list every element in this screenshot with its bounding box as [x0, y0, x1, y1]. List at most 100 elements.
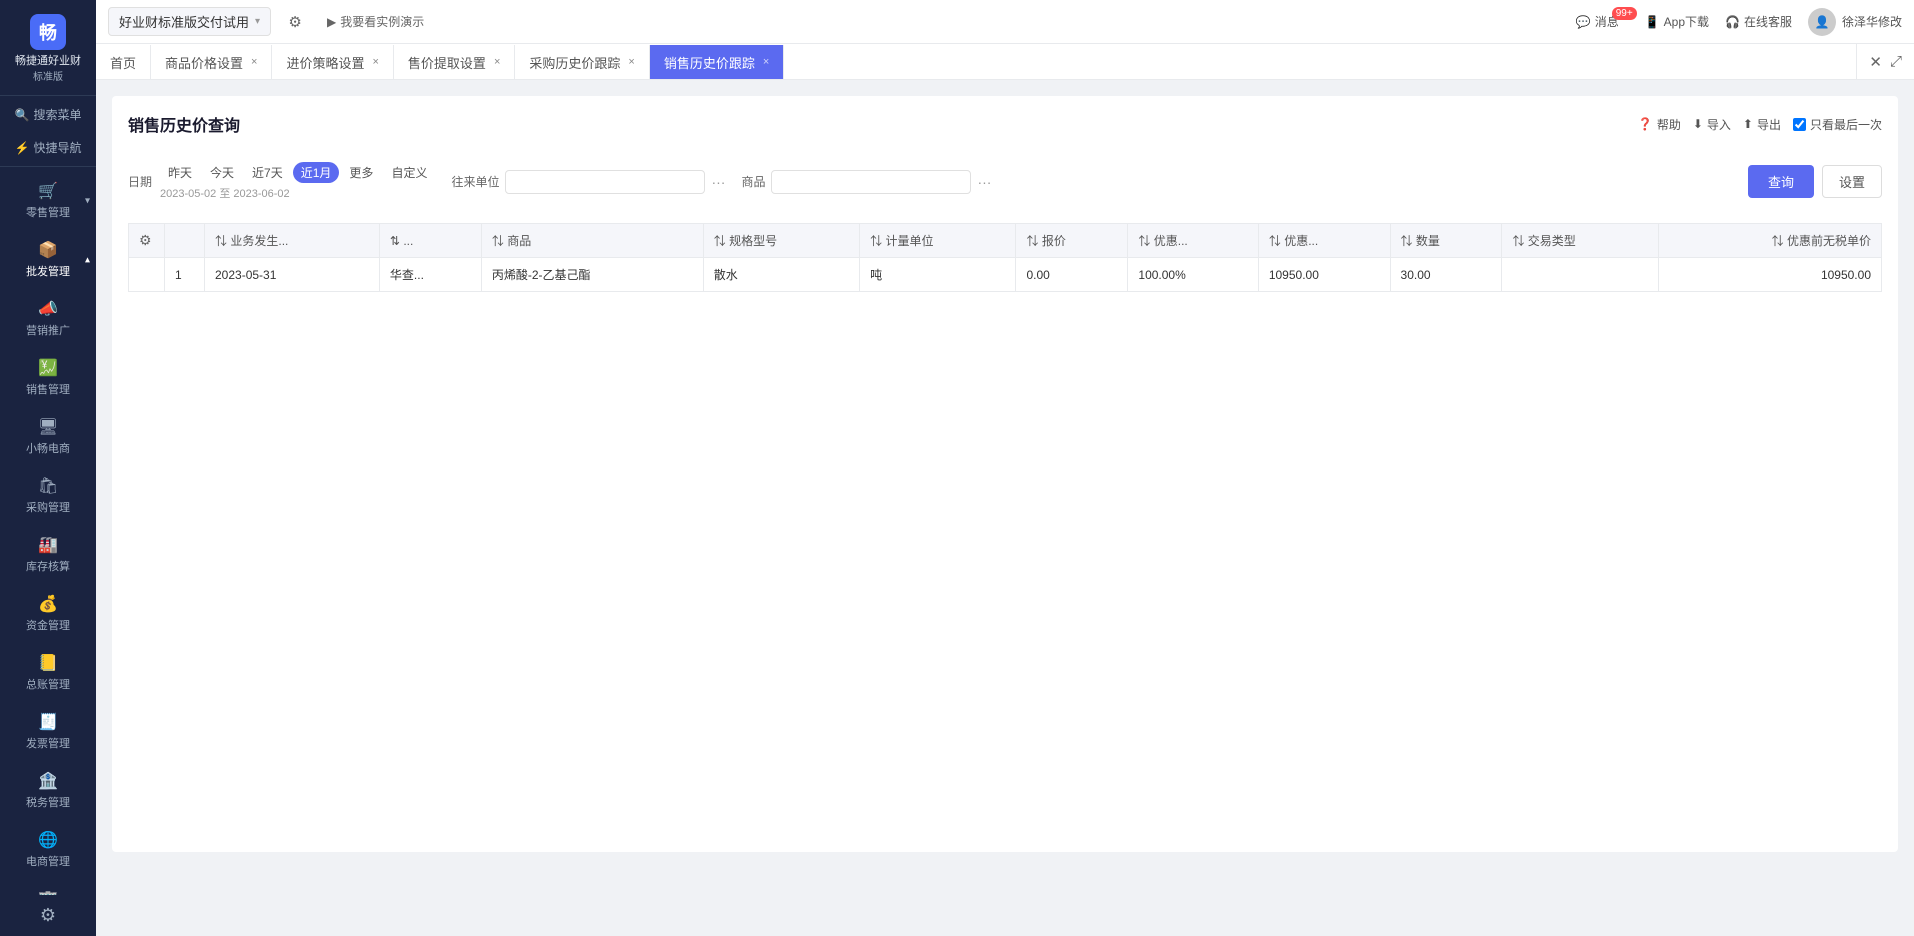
tabbar: 首页 商品价格设置 × 进价策略设置 × 售价提取设置 × 采购历史价跟踪 × …: [96, 44, 1914, 80]
goods-input[interactable]: [771, 170, 971, 194]
tab-close-icon[interactable]: ×: [763, 56, 769, 68]
sidebar-item-wholesale[interactable]: 📦 批发管理 ▴: [0, 230, 96, 289]
tab-label: 进价策略设置: [286, 53, 364, 72]
source-unit-more-icon[interactable]: ···: [711, 174, 725, 190]
export-button[interactable]: ⬆ 导出: [1743, 116, 1781, 133]
goods-more-icon[interactable]: ···: [977, 174, 991, 190]
logo-sub: 标准版: [33, 68, 63, 83]
table-row: 1 2023-05-31 华查... 丙烯酸-2-乙基己酯 散水 吨 0.00 …: [129, 258, 1882, 292]
online-service-button[interactable]: 🎧 在线客服: [1725, 13, 1792, 30]
assets-icon: 🏢: [38, 889, 58, 895]
sidebar-settings-button[interactable]: ⚙: [0, 895, 96, 936]
th-pretax-price[interactable]: ⇅ 优惠前无税单价: [1658, 224, 1881, 258]
sidebar-item-ecommerce[interactable]: 🌐 电商管理: [0, 820, 96, 879]
table-gear-icon[interactable]: ⚙: [139, 232, 152, 248]
query-button[interactable]: 查询: [1748, 165, 1814, 198]
date-range-buttons: 昨天 今天 近7天 近1月 更多 自定义: [160, 162, 435, 183]
sidebar-quick-nav[interactable]: ⚡ 快捷导航: [0, 133, 96, 162]
avatar: 👤: [1808, 8, 1836, 36]
th-price[interactable]: ⇅ 报价: [1016, 224, 1128, 258]
tab-goods-price[interactable]: 商品价格设置 ×: [151, 45, 272, 79]
sidebar-item-sales[interactable]: 💹 销售管理: [0, 348, 96, 407]
th-unit[interactable]: ⇅ 计量单位: [860, 224, 1016, 258]
tab-label: 商品价格设置: [165, 53, 243, 72]
sidebar-item-label: 税务管理: [26, 794, 70, 810]
goods-label: 商品: [741, 173, 765, 190]
date-btn-custom[interactable]: 自定义: [383, 162, 435, 183]
sidebar-item-purchase[interactable]: 🛍 采购管理: [0, 466, 96, 525]
help-button[interactable]: ❓ 帮助: [1638, 116, 1681, 133]
sidebar-item-assets[interactable]: 🏢 固定资产: [0, 879, 96, 895]
sidebar-item-marketing[interactable]: 📣 营销推广: [0, 289, 96, 348]
sidebar-item-inventory[interactable]: 🏭 库存核算: [0, 525, 96, 584]
source-unit-input[interactable]: [505, 170, 705, 194]
date-btn-7days[interactable]: 近7天: [244, 162, 291, 183]
demo-button[interactable]: ▶ 我要看实例演示: [319, 9, 432, 34]
date-btn-today[interactable]: 今天: [202, 162, 242, 183]
tab-label: 销售历史价跟踪: [664, 53, 755, 72]
sidebar-item-ecommerce-small[interactable]: 🖥 小畅电商: [0, 407, 96, 466]
tab-sale-history[interactable]: 销售历史价跟踪 ×: [650, 45, 784, 79]
th-ellipsis[interactable]: ⇅ ...: [379, 224, 481, 258]
app-download-button[interactable]: 📱 App下载: [1645, 13, 1709, 30]
close-tab-button[interactable]: ✕: [1865, 51, 1886, 73]
tax-icon: 🏦: [38, 771, 58, 791]
wholesale-icon: 📦: [38, 240, 58, 260]
date-btn-1month[interactable]: 近1月: [293, 162, 340, 183]
import-button[interactable]: ⬇ 导入: [1693, 116, 1731, 133]
th-date[interactable]: ⇅ 业务发生...: [205, 224, 380, 258]
date-btn-yesterday[interactable]: 昨天: [160, 162, 200, 183]
topbar-right: 💬 消息 99+ 📱 App下载 🎧 在线客服 👤 徐泽华修改: [1566, 8, 1902, 36]
sidebar-item-label: 电商管理: [26, 853, 70, 869]
only-last-checkbox[interactable]: 只看最后一次: [1793, 116, 1882, 133]
th-discount2[interactable]: ⇅ 优惠...: [1258, 224, 1390, 258]
messages-button[interactable]: 💬 消息 99+: [1566, 13, 1629, 30]
sidebar-search[interactable]: 🔍 搜索菜单: [0, 96, 96, 133]
page-title: 销售历史价查询: [128, 112, 240, 136]
sort-icon: ⇅: [492, 234, 504, 248]
sort-icon: ⇅: [390, 234, 400, 248]
message-icon: 💬: [1576, 15, 1591, 29]
expand-tab-button[interactable]: ⤢: [1886, 51, 1906, 72]
th-discount1[interactable]: ⇅ 优惠...: [1128, 224, 1258, 258]
help-icon: ❓: [1638, 117, 1653, 131]
module-selector[interactable]: 好业财标准版交付试用 ▾: [108, 7, 271, 36]
export-icon: ⬆: [1743, 117, 1753, 131]
module-name: 好业财标准版交付试用: [119, 12, 249, 31]
th-spec[interactable]: ⇅ 规格型号: [703, 224, 859, 258]
sidebar-item-retail[interactable]: 🛒 零售管理 ▾: [0, 171, 96, 230]
sidebar-item-tax[interactable]: 🏦 税务管理: [0, 761, 96, 820]
tab-sale-extract[interactable]: 售价提取设置 ×: [394, 45, 515, 79]
topbar-settings-button[interactable]: ⚙: [281, 8, 309, 36]
td-index: 1: [165, 258, 205, 292]
source-unit-filter: 往来单位 ···: [451, 170, 725, 194]
ecommerce-icon: 🌐: [38, 830, 58, 850]
td-col3: 华查...: [379, 258, 481, 292]
td-date: 2023-05-31: [205, 258, 380, 292]
only-last-input[interactable]: [1793, 118, 1806, 131]
tab-home[interactable]: 首页: [96, 45, 151, 79]
sidebar-item-ledger[interactable]: 📒 总账管理: [0, 643, 96, 702]
phone-icon: 📱: [1645, 15, 1660, 29]
th-goods[interactable]: ⇅ 商品: [481, 224, 703, 258]
settings-button[interactable]: 设置: [1822, 165, 1882, 198]
sidebar-item-finance[interactable]: 💰 资金管理: [0, 584, 96, 643]
grid-icon: ⚡: [15, 141, 30, 155]
user-profile[interactable]: 👤 徐泽华修改: [1808, 8, 1902, 36]
tab-close-icon[interactable]: ×: [372, 56, 378, 68]
tab-purchase-strategy[interactable]: 进价策略设置 ×: [272, 45, 393, 79]
th-trans-type[interactable]: ⇅ 交易类型: [1502, 224, 1658, 258]
tab-close-icon[interactable]: ×: [628, 56, 634, 68]
sort-icon: ⇅: [1026, 234, 1038, 248]
th-settings[interactable]: ⚙: [129, 224, 165, 258]
tab-close-icon[interactable]: ×: [251, 56, 257, 68]
page-header: 销售历史价查询 ❓ 帮助 ⬇ 导入 ⬆ 导出: [128, 112, 1882, 136]
sort-icon: ⇅: [1512, 234, 1524, 248]
page-card: 销售历史价查询 ❓ 帮助 ⬇ 导入 ⬆ 导出: [112, 96, 1898, 852]
tab-close-icon[interactable]: ×: [494, 56, 500, 68]
th-qty[interactable]: ⇅ 数量: [1390, 224, 1502, 258]
tab-purchase-history[interactable]: 采购历史价跟踪 ×: [515, 45, 649, 79]
date-btn-more[interactable]: 更多: [341, 162, 381, 183]
sidebar-item-invoice[interactable]: 🧾 发票管理: [0, 702, 96, 761]
user-name: 徐泽华修改: [1842, 13, 1902, 30]
